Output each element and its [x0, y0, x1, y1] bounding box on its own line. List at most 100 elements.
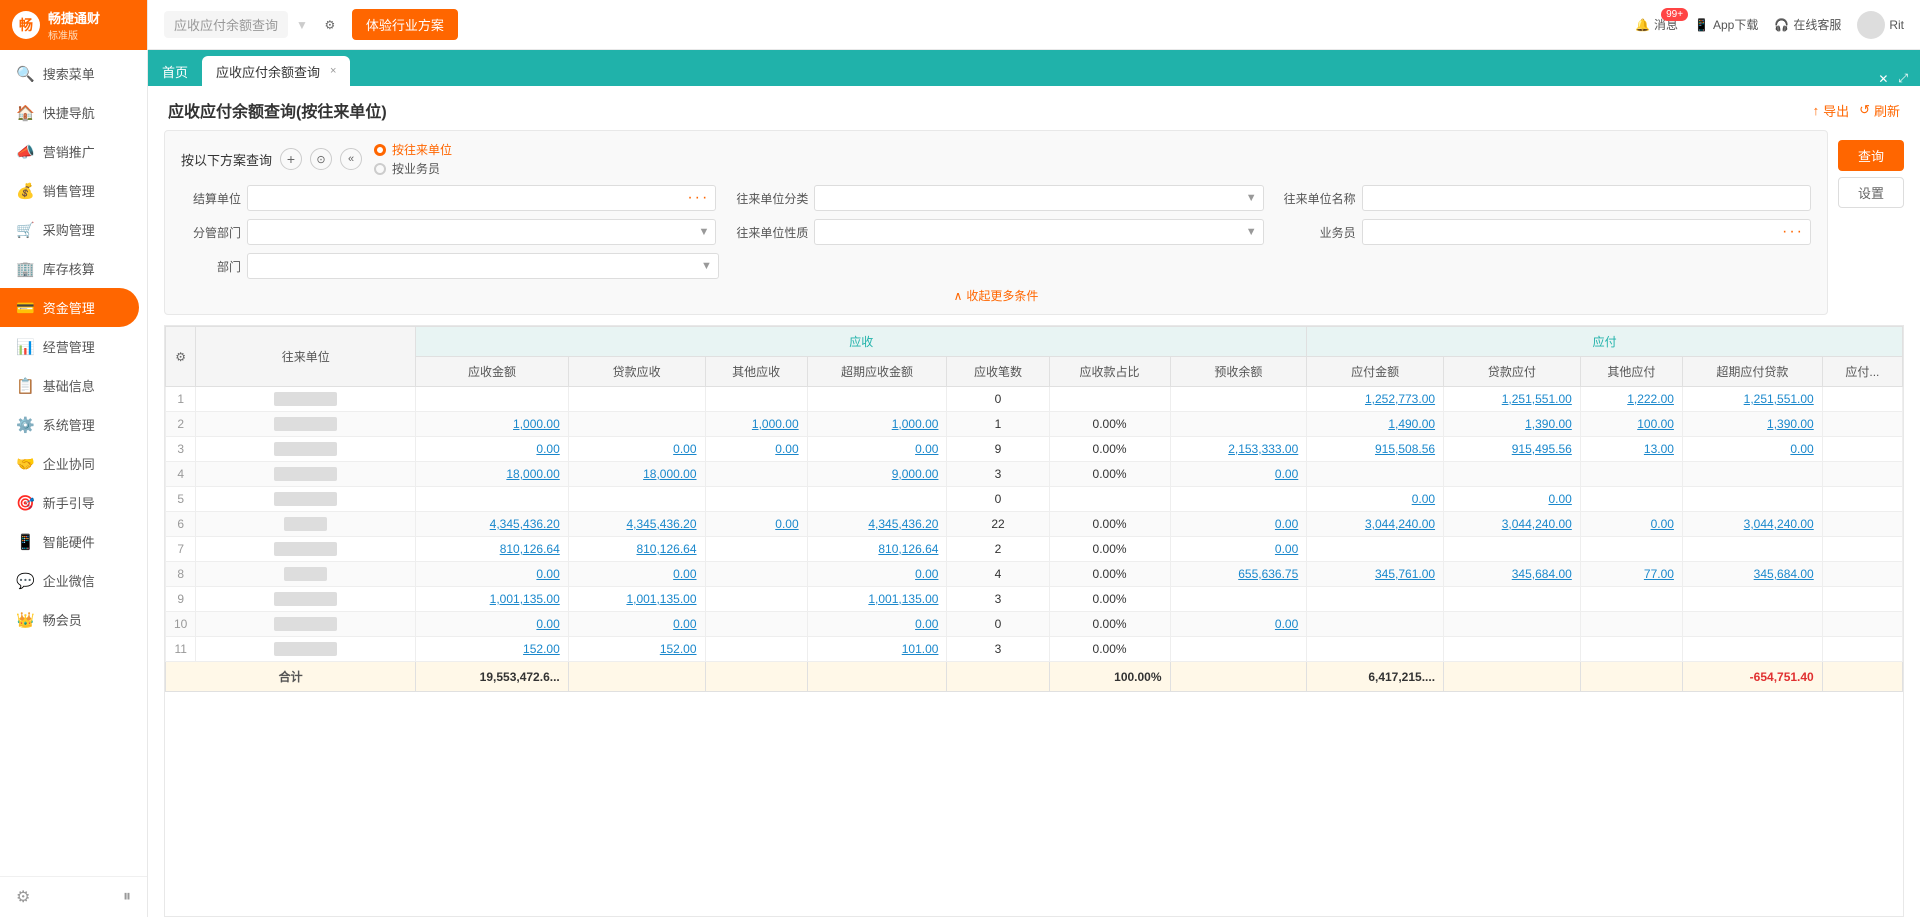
- row-number: 5: [166, 487, 196, 512]
- filter-row-2: 分管部门 ▼ 往来单位性质 ▼ 业务员 ···: [181, 219, 1811, 245]
- export-button[interactable]: ↑ 导出: [1813, 101, 1850, 120]
- table-body: 1 0 1,252,773.00 1,251,551.00 1,222.00 1…: [166, 387, 1903, 662]
- tab-maximize[interactable]: ⤢: [1898, 71, 1908, 86]
- notification-btn[interactable]: 🔔 消息 99+: [1635, 16, 1678, 33]
- sidebar-item-inventory[interactable]: 🏢库存核算: [0, 249, 147, 288]
- top-header: 应收应付余额查询 ▼ ⚙ 体验行业方案 🔔 消息 99+ 📱 App下载 🎧 在…: [148, 0, 1920, 50]
- sidebar-item-basic[interactable]: 📋基础信息: [0, 366, 147, 405]
- table-footer-row: 合计 19,553,472.6... 100.00% 6,417,215....…: [166, 662, 1903, 692]
- sidebar-item-management[interactable]: 📊经营管理: [0, 327, 147, 366]
- row-number: 2: [166, 412, 196, 437]
- corp-icon: 🤝: [16, 455, 35, 473]
- gear-button[interactable]: ⚙: [316, 11, 344, 39]
- sidebar-item-search[interactable]: 🔍搜索菜单: [0, 54, 147, 93]
- th-ar-overdue: 超期应收金额: [807, 357, 947, 387]
- query-button[interactable]: 查询: [1838, 140, 1904, 171]
- footer-ap-amount[interactable]: 6,417,215....: [1307, 662, 1444, 692]
- footer-label: 合计: [166, 662, 416, 692]
- app-download-btn[interactable]: 📱 App下载: [1694, 16, 1758, 33]
- sidebar-item-capital[interactable]: 💳资金管理: [0, 288, 139, 327]
- back-btn[interactable]: «: [340, 148, 362, 170]
- table-row: 6 4,345,436.20 4,345,436.20 0.00 4,345,4…: [166, 512, 1903, 537]
- customer-name-cell: [196, 387, 416, 412]
- department-input[interactable]: ▼: [247, 253, 719, 279]
- customer-name-input[interactable]: [1362, 185, 1811, 211]
- sidebar-item-hardware[interactable]: 📱智能硬件: [0, 522, 147, 561]
- export-label: 导出: [1823, 101, 1849, 120]
- category-input[interactable]: ▼: [814, 185, 1263, 211]
- filter-by-customer[interactable]: 按往来单位: [374, 141, 452, 158]
- filter-field-salesman: 业务员 ···: [1276, 219, 1811, 245]
- department-label: 部门: [181, 258, 241, 275]
- sidebar-item-sales[interactable]: 💰销售管理: [0, 171, 147, 210]
- promo-button[interactable]: 体验行业方案: [352, 9, 458, 40]
- main-area: 应收应付余额查询 ▼ ⚙ 体验行业方案 🔔 消息 99+ 📱 App下载 🎧 在…: [148, 0, 1920, 917]
- sidebar-item-label-wechat: 企业微信: [43, 571, 95, 590]
- table-settings-icon[interactable]: ⚙: [175, 350, 186, 364]
- sales-icon: 💰: [16, 182, 35, 200]
- footer-ap-overdue: -654,751.40: [1682, 662, 1822, 692]
- collapse-icon[interactable]: ⏸: [123, 888, 131, 906]
- tab-close-icon[interactable]: ×: [330, 65, 336, 77]
- salesman-input[interactable]: ···: [1362, 219, 1811, 245]
- purchase-icon: 🛒: [16, 221, 35, 239]
- sidebar-item-nav[interactable]: 🏠快捷导航: [0, 93, 147, 132]
- th-ap-amount: 应付金额: [1307, 357, 1444, 387]
- user-menu[interactable]: Rit: [1857, 11, 1904, 39]
- filter-by-salesman[interactable]: 按业务员: [374, 160, 452, 177]
- sidebar-item-guide[interactable]: 🎯新手引导: [0, 483, 147, 522]
- row-number: 9: [166, 587, 196, 612]
- tab-arquery[interactable]: 应收应付余额查询 ×: [202, 56, 350, 86]
- table-row: 4 18,000.00 18,000.00 9,000.00 3 0.00% 0…: [166, 462, 1903, 487]
- notification-badge: 99+: [1661, 8, 1688, 21]
- filter-label: 按以下方案查询: [181, 150, 272, 169]
- sidebar-item-label-search: 搜索菜单: [43, 64, 95, 83]
- sidebar-item-member[interactable]: 👑畅会员: [0, 600, 147, 639]
- customer-name-cell: [196, 587, 416, 612]
- dept-input[interactable]: ▼: [247, 219, 716, 245]
- sidebar-item-system[interactable]: ⚙️系统管理: [0, 405, 147, 444]
- th-ar-ratio: 应收款占比: [1049, 357, 1170, 387]
- th-ar-loan: 贷款应收: [568, 357, 705, 387]
- filter-field-nature: 往来单位性质 ▼: [728, 219, 1263, 245]
- filter-row-1: 结算单位 ··· 往来单位分类 ▼ 往来单位名称: [181, 185, 1811, 211]
- logo-name: 畅捷通财: [48, 8, 100, 27]
- avatar: [1857, 11, 1885, 39]
- sidebar-nav: 🔍搜索菜单🏠快捷导航📣营销推广💰销售管理🛒采购管理🏢库存核算💳资金管理📊经营管理…: [0, 50, 147, 876]
- filter-field-settlement: 结算单位 ···: [181, 185, 716, 211]
- settings-icon[interactable]: ⚙: [16, 887, 30, 907]
- sidebar-item-corp[interactable]: 🤝企业协同: [0, 444, 147, 483]
- collapse-area: ∧ 收起更多条件: [181, 287, 1811, 304]
- sidebar-item-marketing[interactable]: 📣营销推广: [0, 132, 147, 171]
- sidebar-logo: 畅 畅捷通财 标准版: [0, 0, 147, 50]
- settlement-input[interactable]: ···: [247, 185, 716, 211]
- sidebar-item-purchase[interactable]: 🛒采购管理: [0, 210, 147, 249]
- filter-row-3: 部门 ▼: [181, 253, 1811, 279]
- sidebar-item-label-guide: 新手引导: [43, 493, 95, 512]
- settings-button[interactable]: 设置: [1838, 177, 1904, 208]
- filter-by-salesman-label: 按业务员: [392, 160, 440, 177]
- filter-by-customer-label: 按往来单位: [392, 141, 452, 158]
- inventory-icon: 🏢: [16, 260, 35, 278]
- th-ap-group: 应付: [1307, 327, 1903, 357]
- filter-header: 按以下方案查询 + ⊙ « 按往来单位 按业务员: [181, 141, 1811, 177]
- tab-home[interactable]: 首页: [148, 56, 202, 86]
- breadcrumb: 应收应付余额查询: [164, 11, 288, 38]
- sidebar-footer: ⚙ ⏸: [0, 876, 147, 917]
- filter-field-department: 部门 ▼: [181, 253, 719, 279]
- dept-label: 分管部门: [181, 224, 241, 241]
- sidebar-item-label-capital: 资金管理: [43, 298, 95, 317]
- page-title: 应收应付余额查询(按往来单位): [168, 98, 387, 122]
- table-row: 8 0.00 0.00 0.00 4 0.00% 655,636.75 345,…: [166, 562, 1903, 587]
- sidebar-item-wechat[interactable]: 💬企业微信: [0, 561, 147, 600]
- settings-scheme-btn[interactable]: ⊙: [310, 148, 332, 170]
- online-service-btn[interactable]: 🎧 在线客服: [1774, 16, 1841, 33]
- nature-input[interactable]: ▼: [814, 219, 1263, 245]
- tab-close-window[interactable]: ✕: [1878, 72, 1888, 86]
- filter-field-dept: 分管部门 ▼: [181, 219, 716, 245]
- refresh-button[interactable]: ↺ 刷新: [1859, 101, 1900, 120]
- add-scheme-btn[interactable]: +: [280, 148, 302, 170]
- footer-ar-amount[interactable]: 19,553,472.6...: [416, 662, 568, 692]
- user-name: Rit: [1889, 18, 1904, 32]
- collapse-btn[interactable]: ∧ 收起更多条件: [954, 287, 1039, 304]
